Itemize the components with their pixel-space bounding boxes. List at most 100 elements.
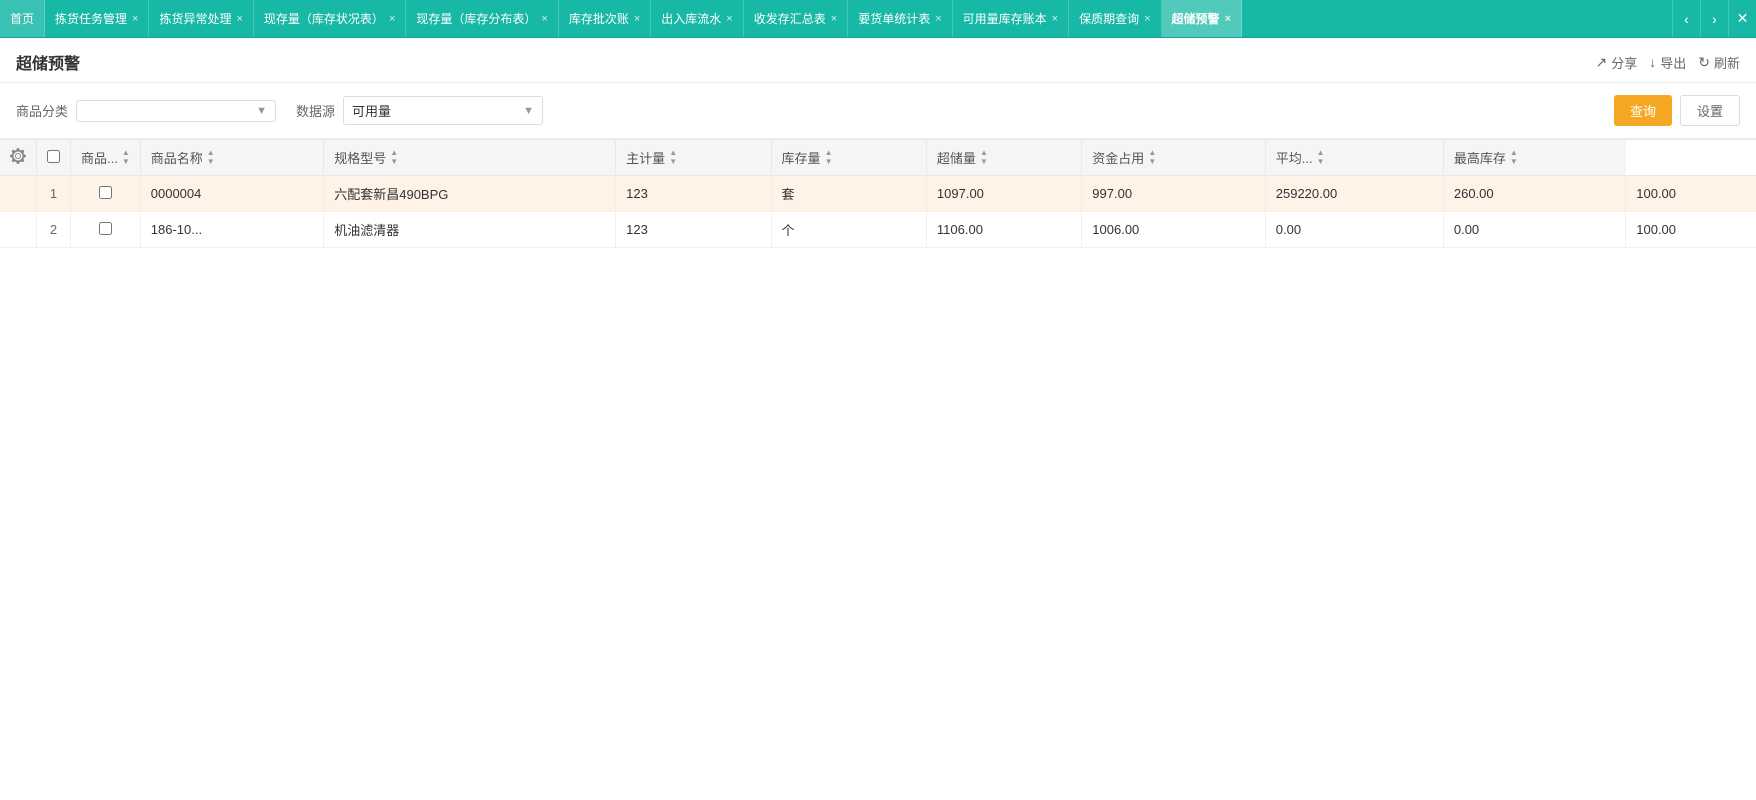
nav-next-arrow[interactable]: › [1700,0,1728,37]
row-gear [0,176,37,212]
datasource-select-value: 可用量 [352,101,523,120]
sort-icon-product-name: ▲▼ [207,149,215,166]
th-sort-max-stock[interactable]: 最高库存 ▲▼ [1454,148,1616,167]
row-unit: 套 [771,176,926,212]
nav-item-close[interactable]: × [935,13,941,25]
row-num: 1 [37,176,71,212]
row-checkbox[interactable] [99,222,112,235]
nav-item-close[interactable]: × [831,13,837,25]
datasource-select[interactable]: 可用量 ▼ [343,96,543,125]
page-header: 超储预警 ↗ 分享 ↓ 导出 ↻ 刷新 [0,38,1756,83]
th-sort-unit[interactable]: 主计量 ▲▼ [626,148,760,167]
datasource-select-arrow: ▼ [523,105,534,117]
th-sort-capital-used[interactable]: 资金占用 ▲▼ [1092,148,1254,167]
row-avg: 0.00 [1443,212,1625,248]
row-checkbox-cell [71,176,141,212]
sort-icon-spec: ▲▼ [390,149,398,166]
gear-icon[interactable] [10,148,26,164]
nav-item[interactable]: 收发存汇总表 × [744,0,848,37]
sort-icon-product-code: ▲▼ [122,149,130,166]
th-max-stock: 最高库存 ▲▼ [1443,140,1625,176]
nav-item[interactable]: 首页 [0,0,45,37]
th-sort-over-stock[interactable]: 超储量 ▲▼ [937,148,1071,167]
nav-item[interactable]: 拣货异常处理 × [149,0,253,37]
row-unit: 个 [771,212,926,248]
share-button[interactable]: ↗ 分享 [1595,53,1637,72]
export-button[interactable]: ↓ 导出 [1649,53,1686,72]
row-over-stock: 1006.00 [1082,212,1265,248]
category-label: 商品分类 [16,101,68,120]
settings-button[interactable]: 设置 [1680,95,1740,126]
th-avg: 平均... ▲▼ [1265,140,1443,176]
nav-item[interactable]: 可用量库存账本 × [953,0,1069,37]
category-filter-group: 商品分类 ▼ [16,100,276,122]
filter-buttons: 查询 设置 [1614,95,1740,126]
row-stock: 1097.00 [926,176,1081,212]
nav-item-close[interactable]: × [236,13,242,25]
main-table: 商品... ▲▼ 商品名称 ▲▼ 规格型号 ▲▼ [0,139,1756,248]
nav-item[interactable]: 出入库流水 × [651,0,743,37]
nav-item[interactable]: 超储预警 × [1162,0,1242,37]
category-select-arrow: ▼ [256,105,267,117]
th-sort-stock[interactable]: 库存量 ▲▼ [782,148,916,167]
page-content: 超储预警 ↗ 分享 ↓ 导出 ↻ 刷新 商品分类 ▼ 数据源 [0,38,1756,800]
nav-item-close[interactable]: × [389,13,395,25]
th-spec: 规格型号 ▲▼ [324,140,616,176]
nav-item-close[interactable]: × [132,13,138,25]
row-capital-used: 0.00 [1265,212,1443,248]
header-actions: ↗ 分享 ↓ 导出 ↻ 刷新 [1595,53,1740,72]
row-spec: 123 [616,212,771,248]
th-product-code: 商品... ▲▼ [71,140,141,176]
nav-item-close[interactable]: × [541,13,547,25]
row-product-code: 0000004 [140,176,323,212]
row-checkbox[interactable] [99,186,112,199]
nav-prev-arrow[interactable]: ‹ [1672,0,1700,37]
nav-item-close[interactable]: × [1225,13,1231,25]
sort-icon-stock: ▲▼ [825,149,833,166]
row-max-stock: 100.00 [1626,176,1756,212]
row-num: 2 [37,212,71,248]
nav-arrows: ‹ › ✕ [1672,0,1756,37]
row-gear [0,212,37,248]
nav-item-close[interactable]: × [634,13,640,25]
nav-item[interactable]: 拣货任务管理 × [45,0,149,37]
th-sort-avg[interactable]: 平均... ▲▼ [1276,148,1433,167]
nav-item-close[interactable]: × [1144,13,1150,25]
th-unit: 主计量 ▲▼ [616,140,771,176]
th-product-name: 商品名称 ▲▼ [140,140,323,176]
nav-item[interactable]: 库存批次账 × [559,0,651,37]
sort-icon-max-stock: ▲▼ [1510,149,1518,166]
select-all-checkbox[interactable] [47,150,60,163]
row-spec: 123 [616,176,771,212]
category-select[interactable]: ▼ [76,100,276,122]
datasource-filter-group: 数据源 可用量 ▼ [296,96,543,125]
sort-icon-over-stock: ▲▼ [980,149,988,166]
row-max-stock: 100.00 [1626,212,1756,248]
nav-item-close[interactable]: × [726,13,732,25]
table-container: 商品... ▲▼ 商品名称 ▲▼ 规格型号 ▲▼ [0,139,1756,248]
th-over-stock: 超储量 ▲▼ [926,140,1081,176]
nav-item[interactable]: 现存量（库存状况表） × [254,0,406,37]
page-title: 超储预警 [16,50,80,74]
refresh-icon: ↻ [1698,54,1710,71]
table-row: 2 186-10... 机油滤清器 123 个 1106.00 1006.00 … [0,212,1756,248]
row-product-name: 六配套新昌490BPG [324,176,616,212]
th-sort-spec[interactable]: 规格型号 ▲▼ [334,148,605,167]
nav-item[interactable]: 要货单统计表 × [848,0,952,37]
nav-item[interactable]: 现存量（库存分布表） × [406,0,558,37]
datasource-label: 数据源 [296,101,335,120]
query-button[interactable]: 查询 [1614,95,1672,126]
export-icon: ↓ [1649,54,1656,70]
row-product-code: 186-10... [140,212,323,248]
th-sort-product-code[interactable]: 商品... ▲▼ [81,148,130,167]
top-nav: 首页拣货任务管理 ×拣货异常处理 ×现存量（库存状况表） ×现存量（库存分布表）… [0,0,1756,38]
nav-close-arrow[interactable]: ✕ [1728,0,1756,37]
nav-item-close[interactable]: × [1052,13,1058,25]
th-sort-product-name[interactable]: 商品名称 ▲▼ [151,148,313,167]
row-avg: 260.00 [1443,176,1625,212]
refresh-button[interactable]: ↻ 刷新 [1698,53,1740,72]
share-icon: ↗ [1595,54,1607,71]
filter-area: 商品分类 ▼ 数据源 可用量 ▼ 查询 设置 [0,83,1756,139]
nav-item[interactable]: 保质期查询 × [1069,0,1161,37]
table-row: 1 0000004 六配套新昌490BPG 123 套 1097.00 997.… [0,176,1756,212]
